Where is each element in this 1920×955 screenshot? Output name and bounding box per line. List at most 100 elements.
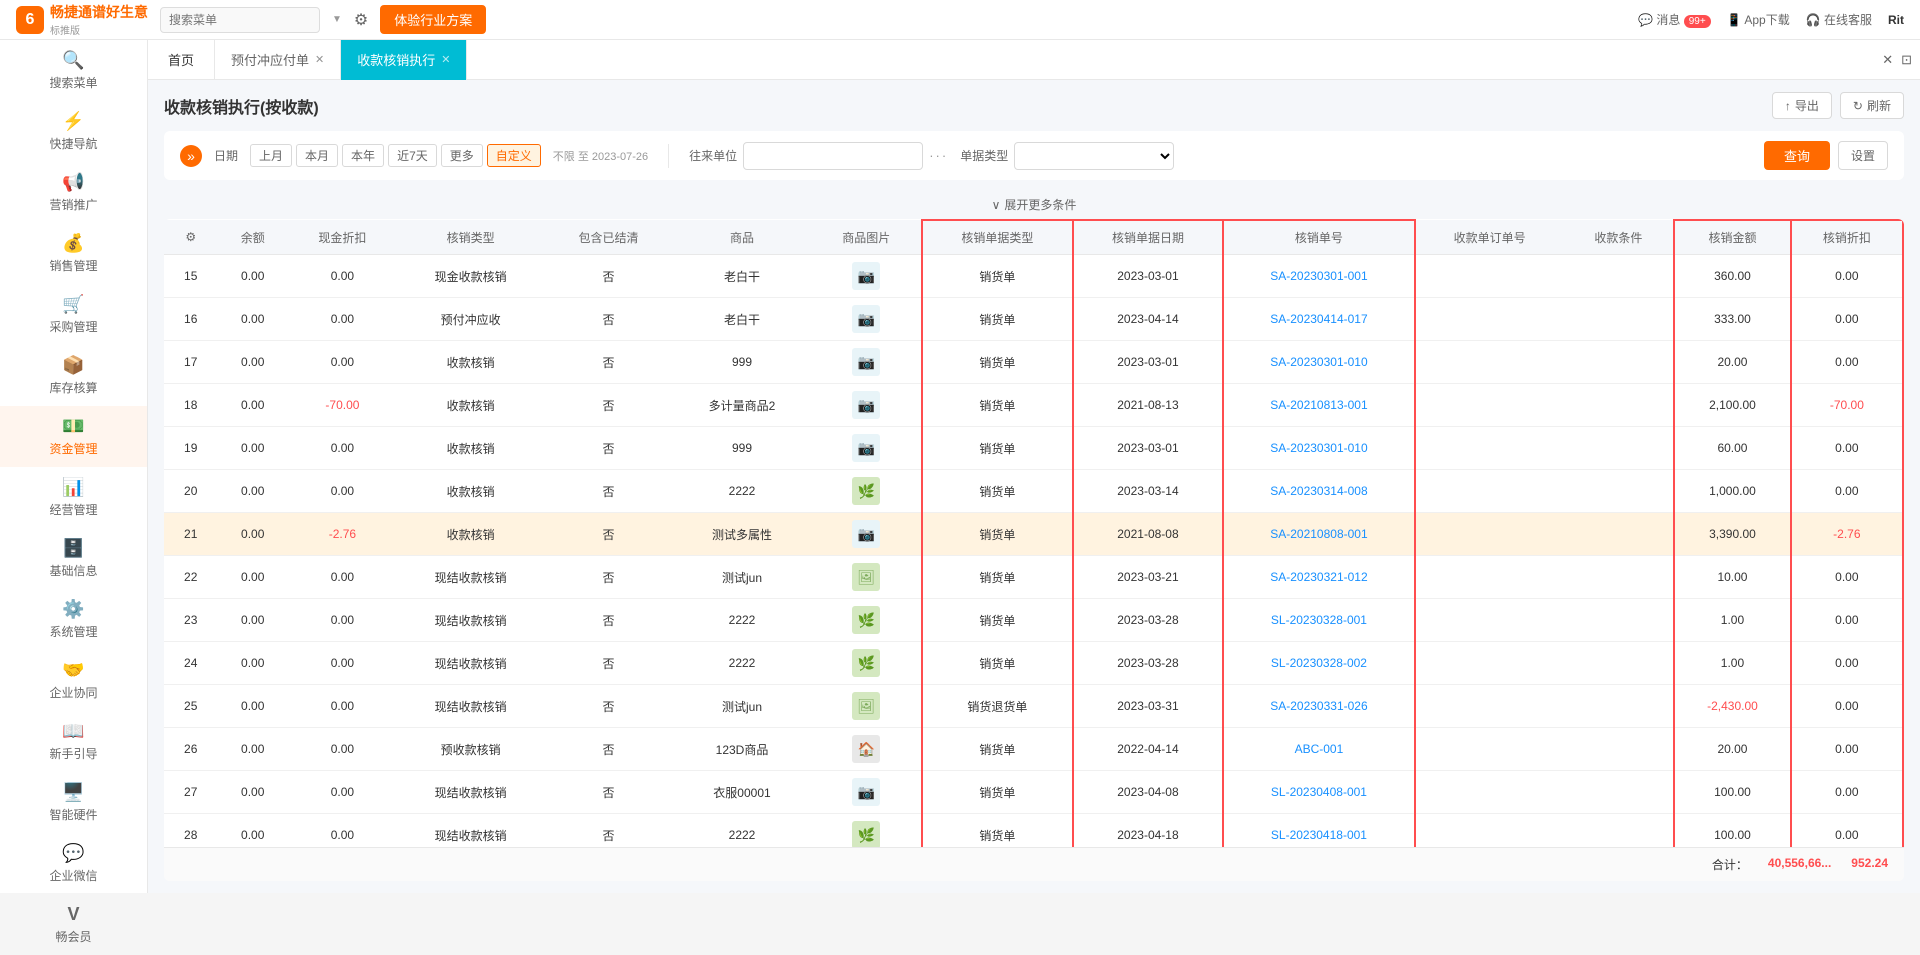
sidebar-item-purchase[interactable]: 🛒采购管理 xyxy=(0,284,147,345)
member-icon: V xyxy=(67,904,79,925)
from-unit-input[interactable] xyxy=(743,142,923,170)
verify-bill-no-link[interactable]: SA-20230301-010 xyxy=(1270,441,1367,455)
verify-bill-no-link[interactable]: SA-20210813-001 xyxy=(1270,398,1367,412)
sidebar-item-guide[interactable]: 📖新手引导 xyxy=(0,711,147,772)
tab-prepay[interactable]: 预付冲应付单 ✕ xyxy=(215,40,341,80)
cell-product-image: 📷 xyxy=(811,427,922,470)
from-unit-group: 往来单位 ··· xyxy=(689,142,948,170)
cell-verify-discount: 0.00 xyxy=(1791,642,1903,685)
sidebar-item-member[interactable]: V畅会员 xyxy=(0,894,147,955)
col-header-product-image: 商品图片 xyxy=(811,220,922,255)
cell-receipt-condition xyxy=(1564,728,1675,771)
gear-icon[interactable]: ⚙ xyxy=(354,10,368,30)
sidebar-item-inventory[interactable]: 📦库存核算 xyxy=(0,345,147,406)
cell-verify-bill-no[interactable]: SL-20230418-001 xyxy=(1223,814,1414,848)
date-custom[interactable]: 自定义 xyxy=(487,144,541,167)
tab-verify[interactable]: 收款核销执行 ✕ xyxy=(341,40,467,80)
sidebar-item-marketing[interactable]: 📢营销推广 xyxy=(0,162,147,223)
col-header-settings[interactable]: ⚙ xyxy=(164,220,217,255)
cell-verify-bill-no[interactable]: SA-20230314-008 xyxy=(1223,470,1414,513)
cell-cash-discount: -2.76 xyxy=(288,513,397,556)
cell-verify-bill-no[interactable]: SA-20230301-010 xyxy=(1223,341,1414,384)
cell-verify-bill-no[interactable]: SA-20230301-010 xyxy=(1223,427,1414,470)
maximize-icon[interactable]: ⊡ xyxy=(1901,52,1912,68)
sidebar-item-operations[interactable]: 📊经营管理 xyxy=(0,467,147,528)
verify-bill-no-link[interactable]: ABC-001 xyxy=(1295,742,1344,756)
message-btn[interactable]: 💬 消息 99+ xyxy=(1638,11,1711,28)
date-more[interactable]: 更多 xyxy=(441,144,483,167)
verify-bill-no-link[interactable]: SA-20230314-008 xyxy=(1270,484,1367,498)
cell-verify-bill-no[interactable]: SA-20230331-026 xyxy=(1223,685,1414,728)
verify-bill-no-link[interactable]: SL-20230328-002 xyxy=(1271,656,1367,670)
tab-home[interactable]: 首页 xyxy=(148,40,215,80)
dropdown-arrow-icon[interactable]: ▼ xyxy=(332,14,342,25)
table-scroll[interactable]: ⚙ 余额 现金折扣 核销类型 包含已结清 商品 商品图片 核销单据类型 核销单据… xyxy=(164,219,1904,847)
export-button[interactable]: ↑ 导出 xyxy=(1772,92,1832,119)
cell-product-image: 📷 xyxy=(811,341,922,384)
cell-verify-bill-no[interactable]: SA-20230301-001 xyxy=(1223,255,1414,298)
app-logo: 6 畅捷通谱好生意 标推版 xyxy=(16,2,148,37)
verify-bill-no-link[interactable]: SA-20230301-010 xyxy=(1270,355,1367,369)
verify-bill-no-link[interactable]: SL-20230408-001 xyxy=(1271,785,1367,799)
cell-verify-bill-no[interactable]: SA-20210813-001 xyxy=(1223,384,1414,427)
cell-verify-discount: 0.00 xyxy=(1791,771,1903,814)
refresh-button[interactable]: ↻ 刷新 xyxy=(1840,92,1904,119)
verify-bill-no-link[interactable]: SL-20230418-001 xyxy=(1271,828,1367,842)
verify-bill-no-link[interactable]: SA-20230331-026 xyxy=(1270,699,1367,713)
date-last-month[interactable]: 上月 xyxy=(250,144,292,167)
settings-button[interactable]: 设置 xyxy=(1838,141,1888,170)
user-avatar[interactable]: Rit xyxy=(1888,13,1904,27)
app-download-btn[interactable]: 📱 App下载 xyxy=(1727,11,1790,28)
sidebar-item-quick-nav[interactable]: ⚡快捷导航 xyxy=(0,101,147,162)
date-this-month[interactable]: 本月 xyxy=(296,144,338,167)
table-footer: 合计： 40,556,66... 952.24 xyxy=(164,847,1904,881)
query-button[interactable]: 查询 xyxy=(1764,141,1830,170)
verify-bill-no-link[interactable]: SA-20230301-001 xyxy=(1270,269,1367,283)
search-input[interactable] xyxy=(160,7,320,33)
filter-expand-arrow[interactable]: » xyxy=(180,145,202,167)
verify-bill-no-link[interactable]: SA-20210808-001 xyxy=(1270,527,1367,541)
sidebar-item-wechat[interactable]: 💬企业微信 xyxy=(0,833,147,894)
date-7days[interactable]: 近7天 xyxy=(388,144,437,167)
sidebar-item-hardware[interactable]: 🖥️智能硬件 xyxy=(0,772,147,833)
cell-verify-bill-no[interactable]: SA-20210808-001 xyxy=(1223,513,1414,556)
cell-verify-bill-date: 2023-04-14 xyxy=(1073,298,1224,341)
sidebar-item-system[interactable]: ⚙️系统管理 xyxy=(0,589,147,650)
product-thumbnail: 📷 xyxy=(852,348,880,376)
page-content: 收款核销执行(按收款) ↑ 导出 ↻ 刷新 » 日期 上月 本月 本年 近7天 … xyxy=(148,80,1920,893)
cell-id: 22 xyxy=(164,556,217,599)
cell-verify-bill-no[interactable]: ABC-001 xyxy=(1223,728,1414,771)
cell-verify-bill-no[interactable]: SL-20230328-001 xyxy=(1223,599,1414,642)
online-service-btn[interactable]: 🎧 在线客服 xyxy=(1806,11,1872,28)
cell-product-image: 🌿 xyxy=(811,599,922,642)
receipt-type-select[interactable] xyxy=(1014,142,1174,170)
verify-bill-no-link[interactable]: SL-20230328-001 xyxy=(1271,613,1367,627)
cell-verify-bill-no[interactable]: SL-20230408-001 xyxy=(1223,771,1414,814)
sidebar-item-sales[interactable]: 💰销售管理 xyxy=(0,223,147,284)
close-window-icon[interactable]: ✕ xyxy=(1882,52,1893,68)
date-this-year[interactable]: 本年 xyxy=(342,144,384,167)
verify-bill-no-link[interactable]: SA-20230321-012 xyxy=(1270,570,1367,584)
cell-id: 16 xyxy=(164,298,217,341)
cell-receipt-condition xyxy=(1564,384,1675,427)
cell-verify-bill-no[interactable]: SL-20230328-002 xyxy=(1223,642,1414,685)
close-tab-verify[interactable]: ✕ xyxy=(441,53,450,66)
cell-verify-bill-type: 销货单 xyxy=(922,556,1073,599)
cell-verify-bill-no[interactable]: SA-20230414-017 xyxy=(1223,298,1414,341)
sidebar-item-search[interactable]: 🔍搜索菜单 xyxy=(0,40,147,101)
sidebar-item-basic-info[interactable]: 🗄️基础信息 xyxy=(0,528,147,589)
cell-verify-bill-no[interactable]: SA-20230321-012 xyxy=(1223,556,1414,599)
cell-verify-discount: 0.00 xyxy=(1791,685,1903,728)
cell-verify-amount: 1.00 xyxy=(1674,642,1791,685)
verify-bill-no-link[interactable]: SA-20230414-017 xyxy=(1270,312,1367,326)
sidebar-item-enterprise[interactable]: 🤝企业协同 xyxy=(0,650,147,711)
cell-cash-discount: 0.00 xyxy=(288,771,397,814)
close-tab-prepay[interactable]: ✕ xyxy=(315,53,324,66)
purchase-icon: 🛒 xyxy=(62,294,84,315)
expand-more-bar[interactable]: ∨ 展开更多条件 xyxy=(164,190,1904,219)
sidebar-item-finance[interactable]: 💵资金管理 xyxy=(0,406,147,467)
product-thumbnail: 🏠 xyxy=(852,735,880,763)
industry-btn[interactable]: 体验行业方案 xyxy=(380,5,486,34)
cell-receipt-order-no xyxy=(1415,341,1564,384)
product-thumbnail: 📷 xyxy=(852,305,880,333)
